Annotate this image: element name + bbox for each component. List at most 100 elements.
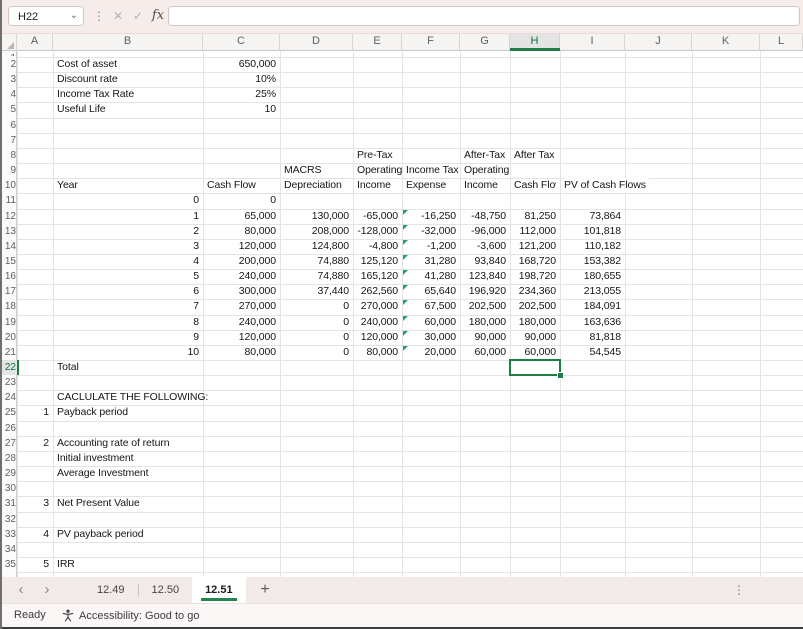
- cell-I10[interactable]: PV of Cash Flows: [564, 178, 649, 194]
- column-header-A[interactable]: A: [17, 33, 53, 51]
- row-header-9[interactable]: 9: [0, 163, 19, 178]
- column-header-G[interactable]: G: [460, 33, 510, 51]
- row-header-24[interactable]: 24: [0, 390, 19, 405]
- cell-B27[interactable]: Accounting rate of return: [57, 436, 170, 451]
- cell-H21[interactable]: 60,000: [524, 345, 556, 360]
- row-header-3[interactable]: 3: [0, 72, 19, 87]
- fill-handle[interactable]: [557, 372, 564, 380]
- cell-G16[interactable]: 123,840: [469, 269, 506, 284]
- cell-F9[interactable]: Income Tax: [406, 163, 459, 178]
- cell-E18[interactable]: 270,000: [361, 299, 398, 314]
- cell-D15[interactable]: 74,880: [317, 254, 349, 269]
- row-header-13[interactable]: 13: [0, 224, 19, 239]
- cell-C11[interactable]: 0: [270, 193, 276, 208]
- cell-G18[interactable]: 202,500: [469, 299, 506, 314]
- cell-C4[interactable]: 25%: [255, 87, 276, 102]
- cell-B13[interactable]: 2: [193, 224, 199, 239]
- cell-C15[interactable]: 200,000: [239, 254, 276, 269]
- cell-B22[interactable]: Total: [57, 360, 79, 375]
- cell-C5[interactable]: 10: [265, 102, 277, 117]
- cell-D21[interactable]: 0: [343, 345, 349, 360]
- cell-H13[interactable]: 112,000: [520, 224, 557, 239]
- cell-B11[interactable]: 0: [193, 193, 199, 208]
- cell-B16[interactable]: 5: [193, 269, 199, 284]
- row-header-26[interactable]: 26: [0, 421, 19, 436]
- cell-F16[interactable]: 41,280: [424, 269, 456, 284]
- row-header-32[interactable]: 32: [0, 512, 19, 527]
- cell-B15[interactable]: 4: [193, 254, 199, 269]
- tab-bar-menu-dots-icon[interactable]: ⋮: [732, 577, 746, 603]
- cell-E10[interactable]: Income: [357, 178, 391, 193]
- cell-A31[interactable]: 3: [43, 496, 49, 511]
- cell-B20[interactable]: 9: [193, 330, 199, 345]
- row-header-7[interactable]: 7: [0, 133, 19, 148]
- row-header-8[interactable]: 8: [0, 148, 19, 163]
- cell-B5[interactable]: Useful Life: [57, 102, 106, 117]
- cell-E14[interactable]: -4,800: [369, 239, 398, 254]
- cell-E12[interactable]: -65,000: [363, 209, 398, 224]
- cell-I12[interactable]: 73,864: [589, 209, 621, 224]
- cell-E15[interactable]: 125,120: [361, 254, 398, 269]
- confirm-icon[interactable]: ✓: [129, 5, 147, 27]
- row-header-27[interactable]: 27: [0, 436, 19, 451]
- cell-G15[interactable]: 93,840: [474, 254, 506, 269]
- cell-C2[interactable]: 650,000: [239, 57, 276, 72]
- cell-B28[interactable]: Initial investment: [57, 451, 134, 466]
- cell-B35[interactable]: IRR: [57, 557, 75, 572]
- row-header-15[interactable]: 15: [0, 254, 19, 269]
- cell-B19[interactable]: 8: [193, 315, 199, 330]
- cell-H20[interactable]: 90,000: [524, 330, 556, 345]
- cell-F19[interactable]: 60,000: [424, 315, 456, 330]
- cell-G14[interactable]: -3,600: [477, 239, 506, 254]
- cell-D17[interactable]: 37,440: [317, 284, 349, 299]
- cell-F21[interactable]: 20,000: [424, 345, 456, 360]
- cell-A35[interactable]: 5: [43, 557, 49, 572]
- cell-G10[interactable]: Income: [464, 178, 498, 193]
- row-header-2[interactable]: 2: [0, 57, 19, 72]
- cell-C20[interactable]: 120,000: [239, 330, 276, 345]
- row-header-34[interactable]: 34: [0, 542, 19, 557]
- cancel-icon[interactable]: ✕: [109, 5, 127, 27]
- cell-H10[interactable]: Cash Flows: [514, 178, 556, 193]
- cell-G8[interactable]: After-Tax: [464, 148, 505, 163]
- cell-C16[interactable]: 240,000: [239, 269, 276, 284]
- cell-D19[interactable]: 0: [343, 315, 349, 330]
- cell-B14[interactable]: 3: [193, 239, 199, 254]
- cell-I19[interactable]: 163,636: [584, 315, 621, 330]
- cell-G21[interactable]: 60,000: [474, 345, 506, 360]
- cell-C19[interactable]: 240,000: [239, 315, 276, 330]
- cell-I16[interactable]: 180,655: [584, 269, 621, 284]
- column-header-B[interactable]: B: [53, 33, 203, 51]
- select-all-button[interactable]: [0, 33, 17, 51]
- cell-F10[interactable]: Expense: [406, 178, 446, 193]
- row-header-29[interactable]: 29: [0, 466, 19, 481]
- cell-B12[interactable]: 1: [193, 209, 199, 224]
- cell-F15[interactable]: 31,280: [424, 254, 456, 269]
- row-header-25[interactable]: 25: [0, 405, 19, 420]
- cell-E16[interactable]: 165,120: [361, 269, 398, 284]
- row-header-17[interactable]: 17: [0, 284, 19, 299]
- column-header-D[interactable]: D: [280, 33, 353, 51]
- cell-E13[interactable]: -128,000: [357, 224, 398, 239]
- cell-H14[interactable]: 121,200: [519, 239, 556, 254]
- cell-H17[interactable]: 234,360: [519, 284, 556, 299]
- row-header-11[interactable]: 11: [0, 193, 19, 208]
- cell-H12[interactable]: 81,250: [524, 209, 556, 224]
- cell-B33[interactable]: PV payback period: [57, 527, 144, 542]
- row-header-20[interactable]: 20: [0, 330, 19, 345]
- name-box[interactable]: H22 ⌄: [8, 6, 84, 26]
- tab-nav-next-icon[interactable]: ›: [38, 577, 56, 603]
- cell-H15[interactable]: 168,720: [519, 254, 556, 269]
- row-header-31[interactable]: 31: [0, 496, 19, 511]
- cell-D12[interactable]: 130,000: [312, 209, 349, 224]
- column-header-C[interactable]: C: [203, 33, 280, 51]
- column-header-F[interactable]: F: [402, 33, 460, 51]
- accessibility-status[interactable]: Accessibility: Good to go: [62, 604, 199, 627]
- cell-H19[interactable]: 180,000: [519, 315, 556, 330]
- cell-D13[interactable]: 208,000: [312, 224, 349, 239]
- cell-B21[interactable]: 10: [188, 345, 200, 360]
- row-header-6[interactable]: 6: [0, 118, 19, 133]
- row-header-23[interactable]: 23: [0, 375, 19, 390]
- cell-I20[interactable]: 81,818: [589, 330, 621, 345]
- cell-B25[interactable]: Payback period: [57, 405, 128, 420]
